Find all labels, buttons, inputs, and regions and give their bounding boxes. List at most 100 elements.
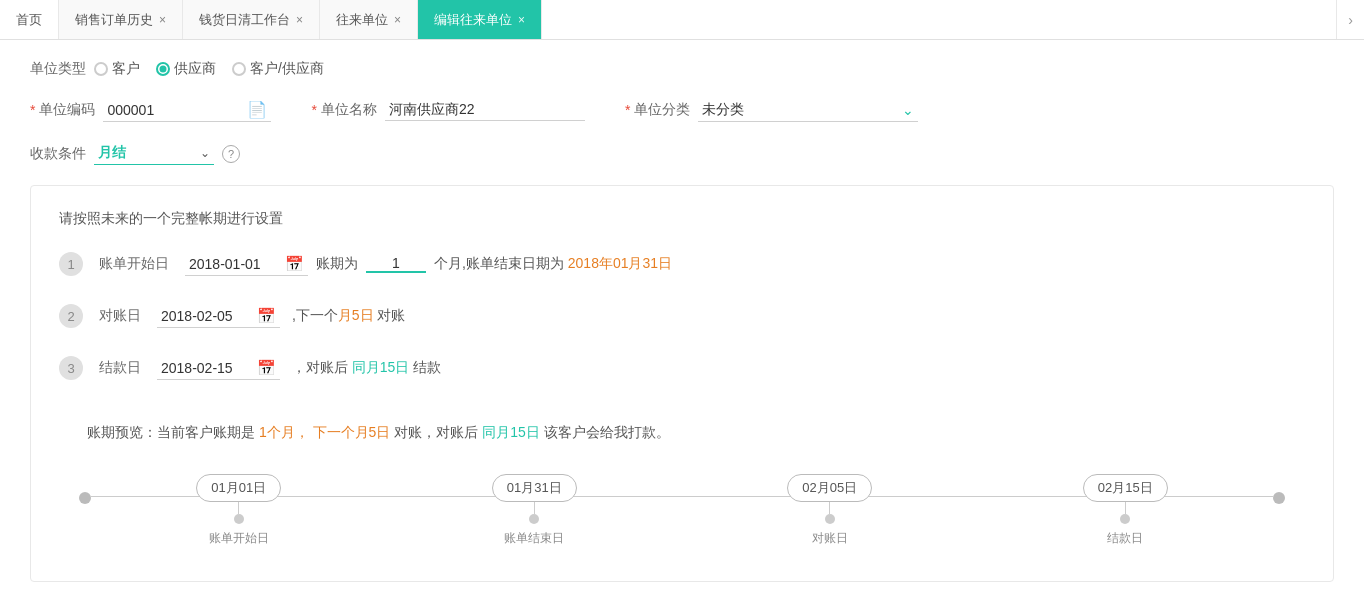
timeline-container: 01月01日 账单开始日 01月31日 账单结束日 02月05日 — [59, 458, 1305, 557]
tab-edit-unit-label: 编辑往来单位 — [434, 11, 512, 29]
tab-related-units[interactable]: 往来单位 × — [320, 0, 418, 39]
tab-cash-work[interactable]: 钱货日清工作台 × — [183, 0, 320, 39]
payment-dropdown[interactable]: 月结 ⌄ — [94, 142, 214, 165]
radio-customer-circle — [94, 62, 108, 76]
period-row-2: 2 对账日 📅 ,下一个 月5日 对账 — [59, 304, 1305, 328]
period-desc-1a: 账期为 — [316, 255, 358, 273]
period-desc-2a: ,下一个 — [288, 307, 338, 325]
unit-type-radio-group: 客户 供应商 客户/供应商 — [94, 60, 324, 78]
preview-end: 该客户会给我打款。 — [544, 424, 670, 440]
timeline-node-1: 01月01日 账单开始日 — [196, 474, 281, 547]
unit-code-input-box: 📄 — [103, 98, 271, 122]
start-date-input[interactable] — [189, 256, 285, 272]
unit-code-input[interactable] — [107, 102, 247, 118]
period-label-1: 账单开始日 — [99, 255, 169, 273]
payment-arrow: ⌄ — [200, 146, 210, 160]
period-num-3: 3 — [59, 356, 83, 380]
timeline-end-dot — [1273, 492, 1285, 504]
radio-both[interactable]: 客户/供应商 — [232, 60, 324, 78]
radio-supplier-label: 供应商 — [174, 60, 216, 78]
tabs-bar: 首页 销售订单历史 × 钱货日清工作台 × 往来单位 × 编辑往来单位 × › — [0, 0, 1364, 40]
period-num-2: 2 — [59, 304, 83, 328]
timeline-node-1-dot — [234, 514, 244, 524]
timeline-start-dot — [79, 492, 91, 504]
tab-cash-work-label: 钱货日清工作台 — [199, 11, 290, 29]
unit-category-arrow: ⌄ — [902, 102, 914, 118]
timeline-node-2-dot — [529, 514, 539, 524]
radio-both-label: 客户/供应商 — [250, 60, 324, 78]
tab-scroll-arrow[interactable]: › — [1336, 0, 1364, 39]
timeline-node-3: 02月05日 对账日 — [787, 474, 872, 547]
timeline-node-1-date: 01月01日 — [196, 474, 281, 502]
unit-fields-row: * 单位编码 📄 * 单位名称 * 单位分类 未分类 ⌄ — [30, 98, 1334, 122]
reconcile-date-input[interactable] — [161, 308, 257, 324]
radio-customer-label: 客户 — [112, 60, 140, 78]
payment-row: 收款条件 月结 ⌄ ? — [30, 142, 1334, 165]
radio-supplier[interactable]: 供应商 — [156, 60, 216, 78]
unit-type-label: 单位类型 — [30, 60, 86, 78]
reconcile-date-calendar-icon[interactable]: 📅 — [257, 307, 276, 325]
preview-text: 账期预览：当前客户账期是 1个月， 下一个月5日 对账，对账后 同月15日 该客… — [59, 408, 1305, 458]
tab-sales-history[interactable]: 销售订单历史 × — [59, 0, 183, 39]
radio-customer[interactable]: 客户 — [94, 60, 140, 78]
start-date-calendar-icon[interactable]: 📅 — [285, 255, 304, 273]
preview-hl1: 1个月， — [259, 424, 309, 440]
timeline-node-1-label: 账单开始日 — [209, 530, 269, 547]
preview-mid: 下一个月5日 — [313, 424, 391, 440]
timeline-node-3-dot — [825, 514, 835, 524]
preview-prefix: 账期预览：当前客户账期是 — [87, 424, 255, 440]
tab-edit-unit-close[interactable]: × — [518, 13, 525, 27]
timeline-node-2-date: 01月31日 — [492, 474, 577, 502]
unit-category-group: * 单位分类 未分类 ⌄ — [625, 99, 918, 122]
payment-label: 收款条件 — [30, 145, 86, 163]
tab-sales-history-close[interactable]: × — [159, 13, 166, 27]
unit-code-star: * — [30, 102, 35, 118]
payment-value: 月结 — [98, 144, 200, 162]
unit-code-label: 单位编码 — [39, 101, 95, 119]
tab-edit-unit[interactable]: 编辑往来单位 × — [418, 0, 542, 39]
timeline-node-3-label: 对账日 — [812, 530, 848, 547]
start-date-input-box: 📅 — [185, 253, 308, 276]
period-desc-3-hl: 同月15日 — [352, 359, 410, 377]
payment-date-calendar-icon[interactable]: 📅 — [257, 359, 276, 377]
timeline-node-4-date: 02月15日 — [1083, 474, 1168, 502]
timeline-node-2-label: 账单结束日 — [504, 530, 564, 547]
tab-home-label: 首页 — [16, 11, 42, 29]
info-box-title: 请按照未来的一个完整帐期进行设置 — [59, 210, 1305, 228]
unit-name-input[interactable] — [385, 100, 585, 121]
period-end-date: 2018年01月31日 — [568, 255, 672, 273]
tab-cash-work-close[interactable]: × — [296, 13, 303, 27]
period-num-1: 1 — [59, 252, 83, 276]
timeline-node-3-connector — [829, 502, 830, 514]
unit-category-label: 单位分类 — [634, 101, 690, 119]
timeline-node-1-connector — [238, 502, 239, 514]
timeline-node-4-dot — [1120, 514, 1130, 524]
timeline-node-4-connector — [1125, 502, 1126, 514]
unit-name-label: 单位名称 — [321, 101, 377, 119]
tab-related-units-close[interactable]: × — [394, 13, 401, 27]
unit-name-group: * 单位名称 — [311, 100, 584, 121]
period-row-1: 1 账单开始日 📅 账期为 个月,账单结束日期为 2018年01月31日 — [59, 252, 1305, 276]
unit-code-group: * 单位编码 📄 — [30, 98, 271, 122]
payment-date-input[interactable] — [161, 360, 257, 376]
unit-category-dropdown[interactable]: 未分类 ⌄ — [698, 99, 918, 122]
tab-related-units-label: 往来单位 — [336, 11, 388, 29]
payment-help-icon[interactable]: ? — [222, 145, 240, 163]
preview-mid2: 对账，对账后 — [394, 424, 482, 440]
months-input[interactable] — [366, 255, 426, 273]
period-label-2: 对账日 — [99, 307, 141, 325]
timeline-node-3-date: 02月05日 — [787, 474, 872, 502]
reconcile-date-input-box: 📅 — [157, 305, 280, 328]
period-desc-1b: 个月,账单结束日期为 — [434, 255, 568, 273]
preview-hl2: 同月15日 — [482, 424, 540, 440]
unit-name-star: * — [311, 102, 316, 118]
tab-home[interactable]: 首页 — [0, 0, 59, 39]
unit-code-icon[interactable]: 📄 — [247, 100, 267, 119]
timeline-node-4: 02月15日 结款日 — [1083, 474, 1168, 547]
tab-sales-history-label: 销售订单历史 — [75, 11, 153, 29]
timeline-node-2: 01月31日 账单结束日 — [492, 474, 577, 547]
unit-category-value: 未分类 — [702, 101, 902, 119]
period-desc-2-hl: 月5日 — [338, 307, 374, 325]
period-label-3: 结款日 — [99, 359, 141, 377]
unit-category-star: * — [625, 102, 630, 118]
